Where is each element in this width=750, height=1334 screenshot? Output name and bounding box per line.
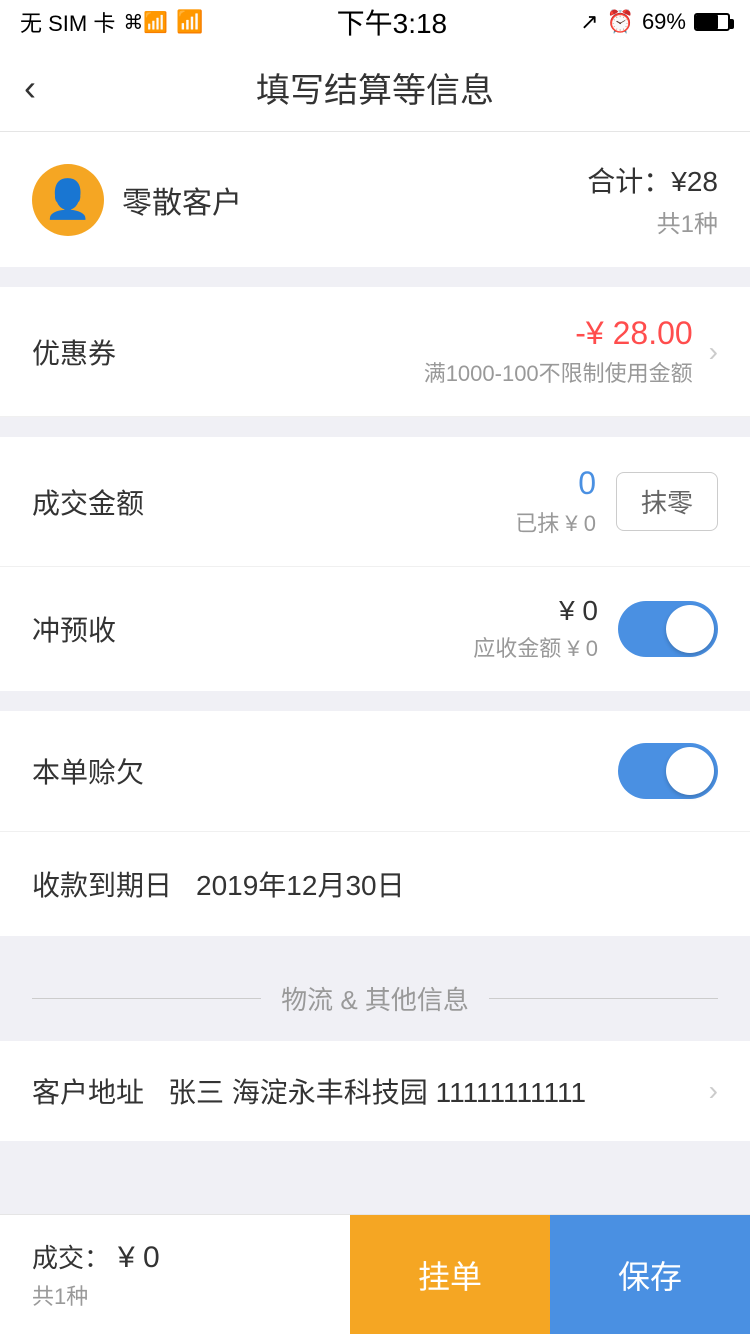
nav-bar: ‹ 填写结算等信息: [0, 44, 750, 132]
header-line-right: [489, 998, 718, 999]
bottom-total-value: ¥ 0: [118, 1241, 160, 1275]
alarm-icon: ⏰: [607, 9, 634, 35]
prepay-right: ¥ 0 应收金额 ¥ 0: [473, 595, 718, 663]
address-chevron-icon: ›: [709, 1075, 718, 1107]
page-title: 填写结算等信息: [256, 63, 494, 112]
transaction-sub: 已抹 ¥ 0: [515, 506, 596, 538]
main-content: 👤 零散客户 合计：¥28 共1种 优惠券 -¥ 28.00 满1000-100…: [0, 132, 750, 1291]
debt-toggle[interactable]: [618, 743, 718, 799]
prepay-value: ¥ 0: [473, 595, 598, 627]
coupon-row[interactable]: 优惠券 -¥ 28.00 满1000-100不限制使用金额 ›: [0, 287, 750, 417]
coupon-desc: 满1000-100不限制使用金额: [424, 356, 693, 388]
prepay-value-block: ¥ 0 应收金额 ¥ 0: [473, 595, 598, 663]
due-date-value: 2019年12月30日: [196, 864, 405, 904]
amount-wrapper: 0 已抹 ¥ 0: [515, 465, 596, 538]
time-label: 下午3:18: [337, 2, 448, 42]
customer-left: 👤 零散客户: [32, 164, 242, 236]
address-value: 张三 海淀永丰科技园 11111111111: [168, 1071, 709, 1111]
logistics-label: 物流 & 其他信息: [281, 980, 469, 1017]
bottom-bar: 成交： ¥ 0 共1种 挂单 保存: [0, 1214, 750, 1334]
due-date-row: 收款到期日 2019年12月30日: [0, 831, 750, 936]
coupon-section[interactable]: 优惠券 -¥ 28.00 满1000-100不限制使用金额 ›: [0, 287, 750, 417]
prepay-toggle[interactable]: [618, 601, 718, 657]
chevron-right-icon: ›: [709, 336, 718, 368]
coupon-right: -¥ 28.00 满1000-100不限制使用金额 ›: [424, 315, 718, 388]
bottom-total-label: 成交：: [32, 1238, 110, 1275]
debt-label: 本单赊欠: [32, 751, 144, 791]
customer-section: 👤 零散客户 合计：¥28 共1种: [0, 132, 750, 267]
total-label: 合计：¥28: [587, 160, 718, 200]
hold-button[interactable]: 挂单: [350, 1215, 550, 1334]
transaction-section: 成交金额 0 已抹 ¥ 0 抹零 冲预收 ¥ 0 应收金额 ¥ 0: [0, 437, 750, 691]
carrier-label: 无 SIM 卡: [20, 6, 115, 38]
save-button[interactable]: 保存: [550, 1215, 750, 1334]
total-count: 共1种: [587, 204, 718, 239]
round-zero-button[interactable]: 抹零: [616, 472, 718, 531]
due-date-label: 收款到期日: [32, 864, 172, 904]
customer-name: 零散客户: [122, 178, 242, 222]
address-section[interactable]: 客户地址 张三 海淀永丰科技园 11111111111 ›: [0, 1041, 750, 1141]
battery-label: 69%: [642, 9, 686, 35]
customer-right: 合计：¥28 共1种: [587, 160, 718, 239]
address-label: 客户地址: [32, 1071, 144, 1111]
debt-row: 本单赊欠: [0, 711, 750, 831]
status-left: 无 SIM 卡 ⌘📶 📶: [20, 6, 204, 38]
bottom-total-area: 成交： ¥ 0 共1种: [0, 1238, 350, 1311]
battery-icon: [694, 13, 730, 31]
transaction-value: 0: [515, 465, 596, 502]
wifi-icon: ⌘📶: [123, 10, 168, 35]
prepay-sub: 应收金额 ¥ 0: [473, 631, 598, 663]
bottom-count: 共1种: [32, 1279, 318, 1311]
prepay-label: 冲预收: [32, 609, 116, 649]
transaction-row: 成交金额 0 已抹 ¥ 0 抹零: [0, 437, 750, 567]
logistics-header: 物流 & 其他信息: [0, 956, 750, 1041]
toggle-knob: [666, 605, 714, 653]
address-row[interactable]: 客户地址 张三 海淀永丰科技园 11111111111 ›: [0, 1041, 750, 1141]
bottom-total-row: 成交： ¥ 0: [32, 1238, 318, 1275]
avatar: 👤: [32, 164, 104, 236]
status-right: ↗ ⏰ 69%: [580, 9, 730, 35]
transaction-label: 成交金额: [32, 482, 144, 522]
status-bar: 无 SIM 卡 ⌘📶 📶 下午3:18 ↗ ⏰ 69%: [0, 0, 750, 44]
location-icon: ↗: [580, 9, 598, 35]
back-button[interactable]: ‹: [24, 67, 36, 109]
prepay-row: 冲预收 ¥ 0 应收金额 ¥ 0: [0, 567, 750, 691]
coupon-value: -¥ 28.00: [424, 315, 693, 352]
header-line-left: [32, 998, 261, 999]
wifi-text: 📶: [176, 9, 203, 35]
debt-toggle-knob: [666, 747, 714, 795]
coupon-value-block: -¥ 28.00 满1000-100不限制使用金额: [424, 315, 693, 388]
transaction-right: 0 已抹 ¥ 0 抹零: [515, 465, 718, 538]
coupon-label: 优惠券: [32, 332, 116, 372]
debt-section: 本单赊欠 收款到期日 2019年12月30日: [0, 711, 750, 936]
